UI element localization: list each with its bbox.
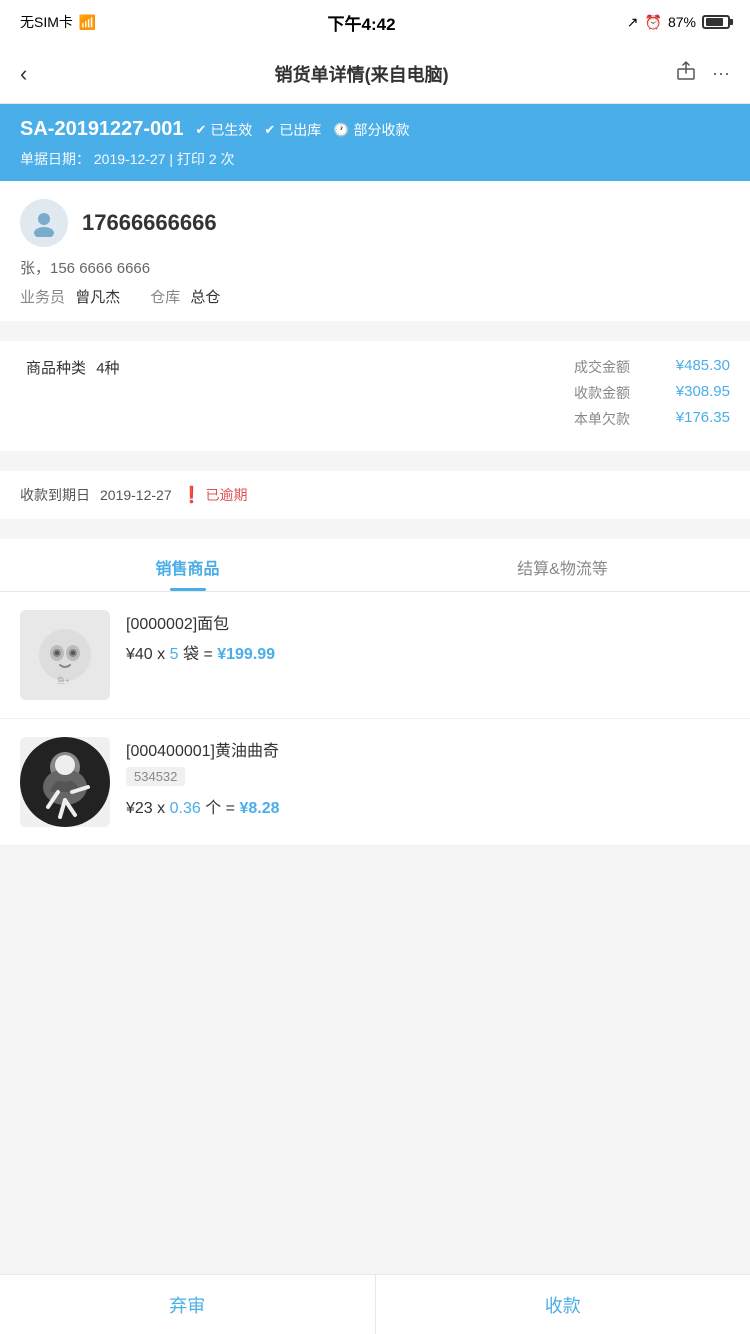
- status-time: 下午4:42: [328, 10, 396, 35]
- debt-value: ¥176.35: [650, 409, 730, 429]
- product-item-1: 鱼+ [0000002]面包 ¥40 x 5 袋 = ¥199.99: [0, 592, 750, 719]
- product-qty-1: 5: [170, 646, 179, 663]
- product-thumb-1: 鱼+: [20, 610, 110, 700]
- nav-bar: ‹ 销货单详情(来自电脑) ···: [0, 44, 750, 104]
- payment-button[interactable]: 收款: [376, 1275, 750, 1334]
- customer-top: 17666666666: [20, 199, 730, 247]
- financial-stats: 成交金额 ¥485.30 收款金额 ¥308.95 本单欠款 ¥176.35: [574, 357, 730, 435]
- product-unit-1: 袋: [183, 646, 199, 663]
- more-icon[interactable]: ···: [712, 63, 730, 84]
- overdue-icon: ❗: [182, 485, 202, 505]
- warehouse-value: 总仓: [190, 289, 220, 306]
- product-thumb-2: [20, 737, 110, 827]
- customer-avatar: [20, 199, 68, 247]
- tabs-section: 销售商品 结算&物流等: [0, 539, 750, 592]
- battery-text: 87%: [668, 14, 696, 30]
- salesperson-label: 业务员: [20, 289, 65, 306]
- customer-name-phone: 张，156 6666 6666: [20, 257, 730, 278]
- nav-actions: ···: [676, 61, 730, 86]
- check-icon-2: ✔: [264, 122, 275, 138]
- status-active: ✔ 已生效: [195, 120, 252, 140]
- product-total-2: ¥8.28: [239, 800, 279, 817]
- battery-icon: [702, 15, 730, 29]
- divider-3: [0, 529, 750, 539]
- received-row: 收款金额 ¥308.95: [574, 383, 730, 403]
- product-details-2: [000400001]黄油曲奇 534532 ¥23 x 0.36 个 = ¥8…: [126, 737, 730, 818]
- divider-2: [0, 461, 750, 471]
- product-price-row-1: ¥40 x 5 袋 = ¥199.99: [126, 640, 730, 664]
- overdue-label: 已逾期: [206, 485, 248, 505]
- product-name-2: [000400001]黄油曲奇: [126, 737, 730, 761]
- due-date-label: 收款到期日: [20, 485, 90, 505]
- product-name-1: [0000002]面包: [126, 610, 730, 634]
- status-right: ↗ ⏰ 87%: [627, 14, 730, 31]
- salesperson-info: 业务员 曾凡杰: [20, 286, 120, 307]
- warehouse-label: 仓库: [150, 289, 180, 306]
- debt-row: 本单欠款 ¥176.35: [574, 409, 730, 429]
- received-label: 收款金额: [574, 383, 630, 403]
- debt-label: 本单欠款: [574, 409, 630, 429]
- warehouse-info: 仓库 总仓: [150, 286, 220, 307]
- order-id-row: SA-20191227-001 ✔ 已生效 ✔ 已出库 🕐 部分收款: [20, 118, 730, 141]
- amount-row: 成交金额 ¥485.30: [574, 357, 730, 377]
- order-id: SA-20191227-001: [20, 118, 183, 141]
- page-title: 销货单详情(来自电脑): [47, 61, 676, 87]
- back-button[interactable]: ‹: [20, 61, 47, 87]
- alarm-icon: ⏰: [645, 14, 662, 31]
- product-mult-1: x: [157, 646, 169, 663]
- check-icon-1: ✔: [195, 122, 206, 138]
- due-date-value: 2019-12-27: [100, 487, 172, 503]
- payment-due-section: 收款到期日 2019-12-27 ❗ 已逾期: [0, 471, 750, 519]
- product-eq-2: =: [226, 800, 240, 817]
- wifi-icon: 📶: [79, 14, 96, 31]
- location-icon: ↗: [627, 14, 639, 31]
- product-price-1: ¥40: [126, 646, 153, 663]
- product-price-row-2: ¥23 x 0.36 个 = ¥8.28: [126, 794, 730, 818]
- status-left: 无SIM卡 📶: [20, 12, 96, 32]
- clock-icon: 🕐: [333, 122, 349, 138]
- order-header: SA-20191227-001 ✔ 已生效 ✔ 已出库 🕐 部分收款 单据日期：…: [0, 104, 750, 181]
- bottom-bar: 弃审 收款: [0, 1274, 750, 1334]
- date-label: 单据日期：: [20, 151, 90, 167]
- amount-label: 成交金额: [574, 357, 630, 377]
- product-types: 商品种类 4种: [20, 357, 120, 378]
- salesperson-value: 曾凡杰: [75, 289, 120, 306]
- status-bar: 无SIM卡 📶 下午4:42 ↗ ⏰ 87%: [0, 0, 750, 44]
- reject-button[interactable]: 弃审: [0, 1275, 376, 1334]
- signal-text: 无SIM卡: [20, 12, 73, 32]
- status-dispatched: ✔ 已出库: [264, 120, 321, 140]
- product-qty-2: 0.36: [170, 800, 201, 817]
- bottom-spacer: [0, 846, 750, 916]
- product-eq-1: =: [203, 646, 217, 663]
- print-info: | 打印 2 次: [169, 151, 234, 167]
- customer-phone: 17666666666: [82, 210, 217, 236]
- customer-meta: 业务员 曾凡杰 仓库 总仓: [20, 286, 730, 307]
- divider-1: [0, 331, 750, 341]
- product-item-2: [000400001]黄油曲奇 534532 ¥23 x 0.36 个 = ¥8…: [0, 719, 750, 846]
- stats-section: 商品种类 4种 成交金额 ¥485.30 收款金额 ¥308.95 本单欠款 ¥…: [0, 341, 750, 451]
- customer-section: 17666666666 张，156 6666 6666 业务员 曾凡杰 仓库 总…: [0, 181, 750, 321]
- product-types-label: 商品种类: [26, 360, 86, 377]
- product-types-value: 4种: [96, 360, 119, 377]
- tabs-row: 销售商品 结算&物流等: [0, 539, 750, 591]
- status-partial: 🕐 部分收款: [333, 120, 409, 140]
- share-icon[interactable]: [676, 61, 696, 86]
- products-section: 鱼+ [0000002]面包 ¥40 x 5 袋 = ¥199.99: [0, 592, 750, 846]
- product-mult-2: x: [157, 800, 169, 817]
- tab-settlement[interactable]: 结算&物流等: [375, 539, 750, 591]
- product-unit-2: 个: [205, 800, 221, 817]
- product-price-2: ¥23: [126, 800, 153, 817]
- product-sku-2: 534532: [126, 767, 185, 786]
- order-date: 2019-12-27: [94, 151, 166, 167]
- tab-sales-goods[interactable]: 销售商品: [0, 539, 375, 591]
- product-total-1: ¥199.99: [217, 646, 275, 663]
- amount-value: ¥485.30: [650, 357, 730, 377]
- received-value: ¥308.95: [650, 383, 730, 403]
- overdue-badge: ❗ 已逾期: [182, 485, 248, 505]
- order-date-row: 单据日期： 2019-12-27 | 打印 2 次: [20, 149, 730, 169]
- product-details-1: [0000002]面包 ¥40 x 5 袋 = ¥199.99: [126, 610, 730, 664]
- svg-text:鱼+: 鱼+: [57, 675, 70, 685]
